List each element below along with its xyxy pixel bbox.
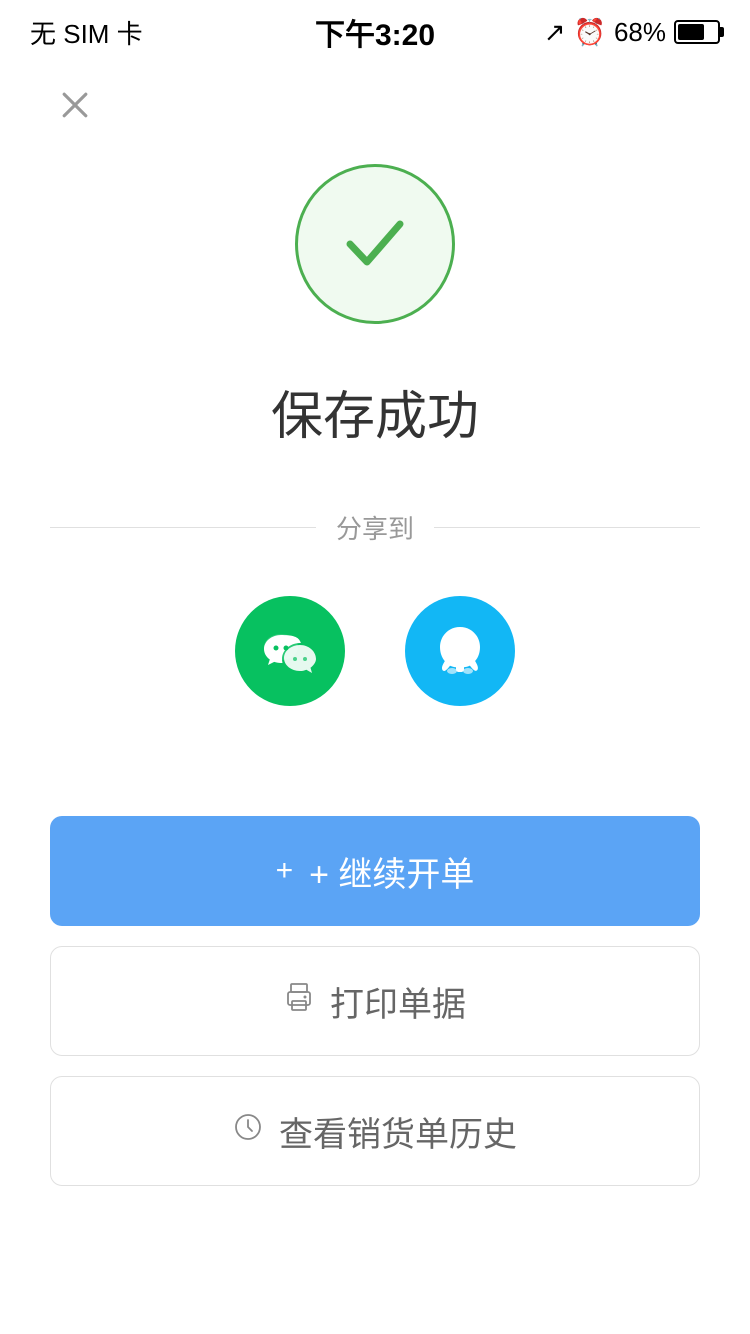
success-circle: [295, 164, 455, 324]
close-button[interactable]: [50, 80, 100, 130]
location-icon: ↗: [544, 17, 566, 48]
check-icon: [335, 202, 415, 287]
history-button[interactable]: 查看销货单历史: [50, 1076, 700, 1186]
continue-button[interactable]: + + 继续开单: [50, 816, 700, 926]
share-icons: [50, 596, 700, 706]
success-title: 保存成功: [271, 374, 479, 449]
continue-label: + 继续开单: [309, 847, 474, 896]
history-label: 查看销货单历史: [279, 1107, 517, 1156]
action-buttons: + + 继续开单 打印单据 查看销货单历史: [0, 816, 750, 1186]
status-left: 无 SIM 卡: [30, 14, 153, 51]
status-right: ↗ ⏰ 68%: [544, 17, 720, 48]
print-label: 打印单据: [330, 977, 466, 1026]
wechat-share-button[interactable]: [235, 596, 345, 706]
divider-right: [434, 527, 700, 528]
alarm-icon: ⏰: [574, 17, 606, 48]
print-icon: [284, 982, 314, 1020]
divider-left: [50, 527, 316, 528]
status-time: 下午3:20: [315, 10, 435, 54]
history-icon: [233, 1112, 263, 1150]
battery-text: 68%: [614, 17, 666, 48]
main-content: 保存成功 分享到: [0, 64, 750, 1186]
share-label: 分享到: [336, 509, 414, 546]
battery-icon: [674, 20, 720, 44]
share-divider: 分享到: [50, 509, 700, 546]
carrier-text: 无 SIM 卡: [30, 14, 143, 51]
status-bar: 无 SIM 卡 下午3:20 ↗ ⏰ 68%: [0, 0, 750, 64]
share-section: 分享到: [0, 509, 750, 706]
plus-icon: +: [276, 854, 294, 888]
print-button[interactable]: 打印单据: [50, 946, 700, 1056]
qq-share-button[interactable]: [405, 596, 515, 706]
